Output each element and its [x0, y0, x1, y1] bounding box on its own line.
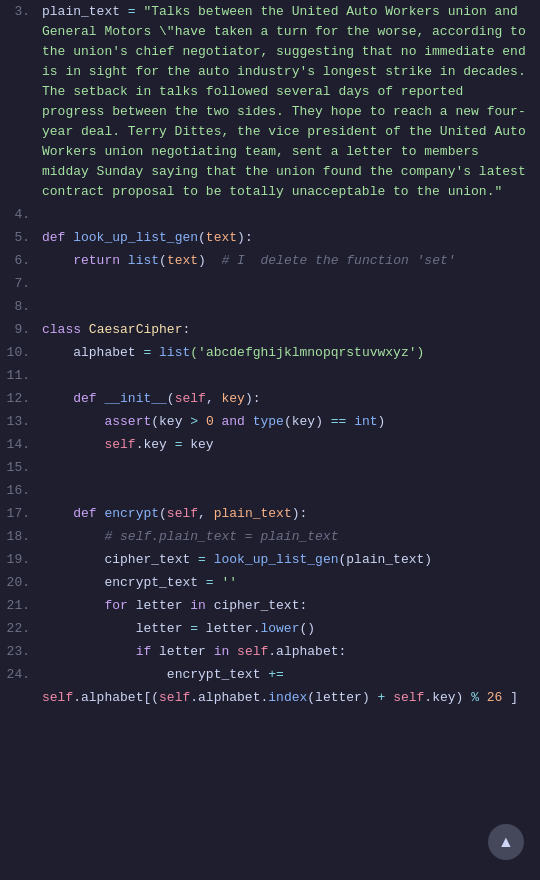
line-number-16: 16.	[0, 480, 42, 501]
line-content-12: def __init__(self, key):	[42, 388, 540, 409]
line-number-9: 9.	[0, 319, 42, 340]
line-content-3: plain_text = "Talks between the United A…	[42, 1, 540, 202]
line-number-7: 7.	[0, 273, 42, 294]
line-content-24b: self.alphabet[(self.alphabet.index(lette…	[42, 687, 540, 708]
line-number-15: 15.	[0, 457, 42, 478]
line-content-23: if letter in self.alphabet:	[42, 641, 540, 662]
code-line-24b: self.alphabet[(self.alphabet.index(lette…	[0, 686, 540, 709]
code-line-12: 12. def __init__(self, key):	[0, 387, 540, 410]
line-content-6: return list(text) # I delete the functio…	[42, 250, 540, 271]
line-content-22: letter = letter.lower()	[42, 618, 540, 639]
code-line-20: 20. encrypt_text = ''	[0, 571, 540, 594]
code-line-7: 7.	[0, 272, 540, 295]
line-content-17: def encrypt(self, plain_text):	[42, 503, 540, 524]
line-number-18: 18.	[0, 526, 42, 547]
line-number-22: 22.	[0, 618, 42, 639]
line-content-21: for letter in cipher_text:	[42, 595, 540, 616]
line-content-8	[42, 296, 540, 297]
line-number-14: 14.	[0, 434, 42, 455]
line-content-20: encrypt_text = ''	[42, 572, 540, 593]
code-line-22: 22. letter = letter.lower()	[0, 617, 540, 640]
code-line-3: 3. plain_text = "Talks between the Unite…	[0, 0, 540, 203]
line-content-14: self.key = key	[42, 434, 540, 455]
line-content-13: assert(key > 0 and type(key) == int)	[42, 411, 540, 432]
line-content-11	[42, 365, 540, 366]
code-line-21: 21. for letter in cipher_text:	[0, 594, 540, 617]
code-line-17: 17. def encrypt(self, plain_text):	[0, 502, 540, 525]
code-line-5: 5. def look_up_list_gen(text):	[0, 226, 540, 249]
line-content-5: def look_up_list_gen(text):	[42, 227, 540, 248]
line-number-11: 11.	[0, 365, 42, 386]
code-line-10: 10. alphabet = list('abcdefghijklmnopqrs…	[0, 341, 540, 364]
line-number-20: 20.	[0, 572, 42, 593]
line-number-8: 8.	[0, 296, 42, 317]
code-line-16: 16.	[0, 479, 540, 502]
code-line-13: 13. assert(key > 0 and type(key) == int)	[0, 410, 540, 433]
line-content-24: encrypt_text +=	[42, 664, 540, 685]
line-number-10: 10.	[0, 342, 42, 363]
line-number-3: 3.	[0, 1, 42, 22]
code-line-8: 8.	[0, 295, 540, 318]
line-content-9: class CaesarCipher:	[42, 319, 540, 340]
line-number-6: 6.	[0, 250, 42, 271]
code-line-19: 19. cipher_text = look_up_list_gen(plain…	[0, 548, 540, 571]
code-line-15: 15.	[0, 456, 540, 479]
line-number-12: 12.	[0, 388, 42, 409]
line-number-23: 23.	[0, 641, 42, 662]
line-number-19: 19.	[0, 549, 42, 570]
line-content-16	[42, 480, 540, 481]
line-number-4: 4.	[0, 204, 42, 225]
line-content-19: cipher_text = look_up_list_gen(plain_tex…	[42, 549, 540, 570]
code-line-6: 6. return list(text) # I delete the func…	[0, 249, 540, 272]
line-content-18: # self.plain_text = plain_text	[42, 526, 540, 547]
line-number-13: 13.	[0, 411, 42, 432]
line-content-15	[42, 457, 540, 458]
line-number-21: 21.	[0, 595, 42, 616]
code-line-18: 18. # self.plain_text = plain_text	[0, 525, 540, 548]
code-line-9: 9. class CaesarCipher:	[0, 318, 540, 341]
code-line-4: 4.	[0, 203, 540, 226]
code-line-14: 14. self.key = key	[0, 433, 540, 456]
line-number-24: 24.	[0, 664, 42, 685]
code-editor: 3. plain_text = "Talks between the Unite…	[0, 0, 540, 709]
code-line-11: 11.	[0, 364, 540, 387]
line-content-7	[42, 273, 540, 274]
line-number-24b	[0, 687, 42, 688]
code-line-23: 23. if letter in self.alphabet:	[0, 640, 540, 663]
code-line-24: 24. encrypt_text +=	[0, 663, 540, 686]
scroll-to-top-button[interactable]: ▲	[488, 824, 524, 860]
line-content-4	[42, 204, 540, 205]
line-content-10: alphabet = list('abcdefghijklmnopqrstuvw…	[42, 342, 540, 363]
line-number-17: 17.	[0, 503, 42, 524]
line-number-5: 5.	[0, 227, 42, 248]
